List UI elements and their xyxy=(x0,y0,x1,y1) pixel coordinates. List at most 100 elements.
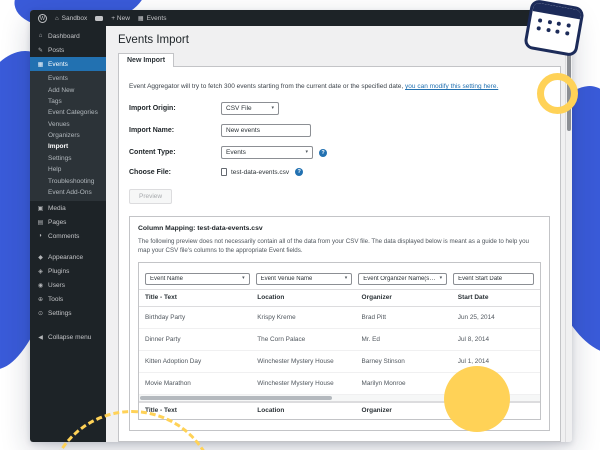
column-selector-row: Event Name Event Venue Name Event Organi… xyxy=(139,263,540,290)
new-label: + New xyxy=(111,14,130,22)
comments-bubble-icon[interactable] xyxy=(95,15,104,21)
cell-start-date: Jul 8, 2014 xyxy=(457,335,490,343)
chevron-down-icon xyxy=(345,276,348,281)
submenu-item-tags[interactable]: Tags xyxy=(30,96,106,107)
submenu-item-venues[interactable]: Venues xyxy=(30,119,106,130)
sidebar-item-label: Plugins xyxy=(48,267,70,275)
chevron-down-icon xyxy=(271,106,274,111)
help-icon[interactable] xyxy=(295,168,304,176)
column-header: Location xyxy=(257,294,285,302)
sidebar-item-posts[interactable]: Posts xyxy=(30,43,106,57)
sidebar-item-comments[interactable]: Comments xyxy=(30,229,106,243)
choose-file-row: Choose File: test-data-events.csv xyxy=(129,168,550,176)
cell-title: Birthday Party xyxy=(145,313,186,321)
import-origin-row: Import Origin: CSV File xyxy=(129,102,550,115)
table-header-row: Title - Text Location Organizer Start Da… xyxy=(139,290,540,307)
tools-icon xyxy=(37,296,44,303)
wordpress-logo-icon[interactable] xyxy=(38,13,47,23)
sidebar-item-label: Collapse menu xyxy=(48,333,92,341)
submenu-item-import[interactable]: Import xyxy=(30,141,106,152)
column-select-4[interactable]: Event Start Date xyxy=(453,272,534,285)
sidebar-item-users[interactable]: Users xyxy=(30,278,106,292)
sidebar-item-settings[interactable]: Settings xyxy=(30,306,106,320)
column-header: Start Date xyxy=(457,294,489,302)
import-name-label: Import Name: xyxy=(129,127,175,134)
sidebar-item-plugins[interactable]: Plugins xyxy=(30,264,106,278)
appearance-icon xyxy=(37,254,44,261)
sidebar-item-label: Dashboard xyxy=(48,32,80,40)
decor-yellow-circle xyxy=(444,366,510,432)
decor-yellow-ring xyxy=(537,73,578,114)
sidebar-item-label: Tools xyxy=(48,295,64,303)
submenu-item-organizers[interactable]: Organizers xyxy=(30,130,106,141)
help-icon[interactable] xyxy=(319,148,327,157)
sidebar-item-label: Events xyxy=(48,60,68,68)
sidebar-item-label: Settings xyxy=(48,309,72,317)
sidebar-item-appearance[interactable]: Appearance xyxy=(30,250,106,264)
submenu-item-help[interactable]: Help xyxy=(30,164,106,175)
file-name: test-data-events.csv xyxy=(231,168,290,176)
import-name-input[interactable] xyxy=(221,124,311,137)
page-title: Events Import xyxy=(118,34,189,46)
site-name: Sandbox xyxy=(61,14,88,22)
column-mapping-title: Column Mapping: test-data-events.csv xyxy=(138,225,263,232)
events-label: Events xyxy=(146,14,167,22)
table-row: Dinner Party The Corn Palace Mr. Ed Jul … xyxy=(139,329,540,351)
chevron-down-icon xyxy=(242,276,245,281)
dashboard-icon xyxy=(37,33,44,39)
preview-button[interactable]: Preview xyxy=(129,189,173,204)
submenu-item-event-categories[interactable]: Event Categories xyxy=(30,107,106,118)
column-header: Title - Text xyxy=(145,294,177,302)
column-select-value: Event Start Date xyxy=(458,275,503,282)
new-content-menu[interactable]: + New xyxy=(111,15,130,22)
column-mapping-description: The following preview does not necessari… xyxy=(138,238,529,255)
column-select-2[interactable]: Event Venue Name xyxy=(255,272,353,285)
submenu-item-troubleshooting[interactable]: Troubleshooting xyxy=(30,175,106,186)
collapse-menu-button[interactable]: Collapse menu xyxy=(30,330,106,344)
sidebar-item-media[interactable]: Media xyxy=(30,201,106,215)
content-type-value: Events xyxy=(226,149,246,156)
submenu-item-event-add-ons[interactable]: Event Add-Ons xyxy=(30,187,106,198)
submenu-item-events[interactable]: Events xyxy=(30,73,106,84)
choose-file-label: Choose File: xyxy=(129,168,172,176)
submenu-item-settings[interactable]: Settings xyxy=(30,153,106,164)
column-header: Location xyxy=(257,407,285,415)
column-select-3[interactable]: Event Organizer Name(s) or ID(s) xyxy=(358,272,448,285)
events-admin-menu[interactable]: Events xyxy=(138,15,167,22)
calendar-doodle xyxy=(523,0,585,58)
content-type-select[interactable]: Events xyxy=(221,146,313,159)
sidebar-item-dashboard[interactable]: Dashboard xyxy=(30,29,106,43)
sidebar-item-pages[interactable]: Pages xyxy=(30,215,106,229)
column-header: Organizer xyxy=(361,407,392,415)
import-origin-select[interactable]: CSV File xyxy=(221,102,279,115)
sidebar-item-label: Pages xyxy=(48,218,67,226)
column-select-1[interactable]: Event Name xyxy=(145,272,250,285)
site-name-menu[interactable]: Sandbox xyxy=(55,14,88,22)
modify-setting-link[interactable]: you can modify this setting here. xyxy=(405,83,498,90)
horizontal-scrollbar-thumb[interactable] xyxy=(140,395,333,400)
settings-icon xyxy=(37,310,44,317)
sidebar-item-events[interactable]: Events xyxy=(30,57,106,71)
import-name-row: Import Name: xyxy=(129,124,550,137)
cell-location: Krispy Kreme xyxy=(257,313,296,321)
import-tabs: New Import xyxy=(118,52,565,67)
sidebar-item-label: Posts xyxy=(48,46,65,54)
import-origin-label: Import Origin: xyxy=(129,105,176,112)
notice-text: Event Aggregator will try to fetch 300 e… xyxy=(129,83,406,90)
tab-new-import[interactable]: New Import xyxy=(118,53,175,67)
sidebar-item-tools[interactable]: Tools xyxy=(30,292,106,306)
file-icon xyxy=(221,168,227,176)
events-submenu: Events Add New Tags Event Categories Ven… xyxy=(30,71,106,202)
table-row: Birthday Party Krispy Kreme Brad Pitt Ju… xyxy=(139,307,540,329)
posts-icon xyxy=(37,47,44,54)
cell-title: Movie Marathon xyxy=(145,379,191,387)
category-select[interactable]: No Additional Categories xyxy=(259,440,362,441)
submenu-item-add-new[interactable]: Add New xyxy=(30,84,106,95)
sidebar-item-label: Users xyxy=(48,281,65,289)
cell-organizer: Brad Pitt xyxy=(361,313,387,321)
cell-location: Winchester Mystery House xyxy=(257,379,334,387)
comments-icon xyxy=(37,233,44,239)
cell-organizer: Marilyn Monroe xyxy=(361,379,406,387)
sidebar-item-label: Media xyxy=(48,204,66,212)
cell-title: Kitten Adoption Day xyxy=(145,357,202,365)
